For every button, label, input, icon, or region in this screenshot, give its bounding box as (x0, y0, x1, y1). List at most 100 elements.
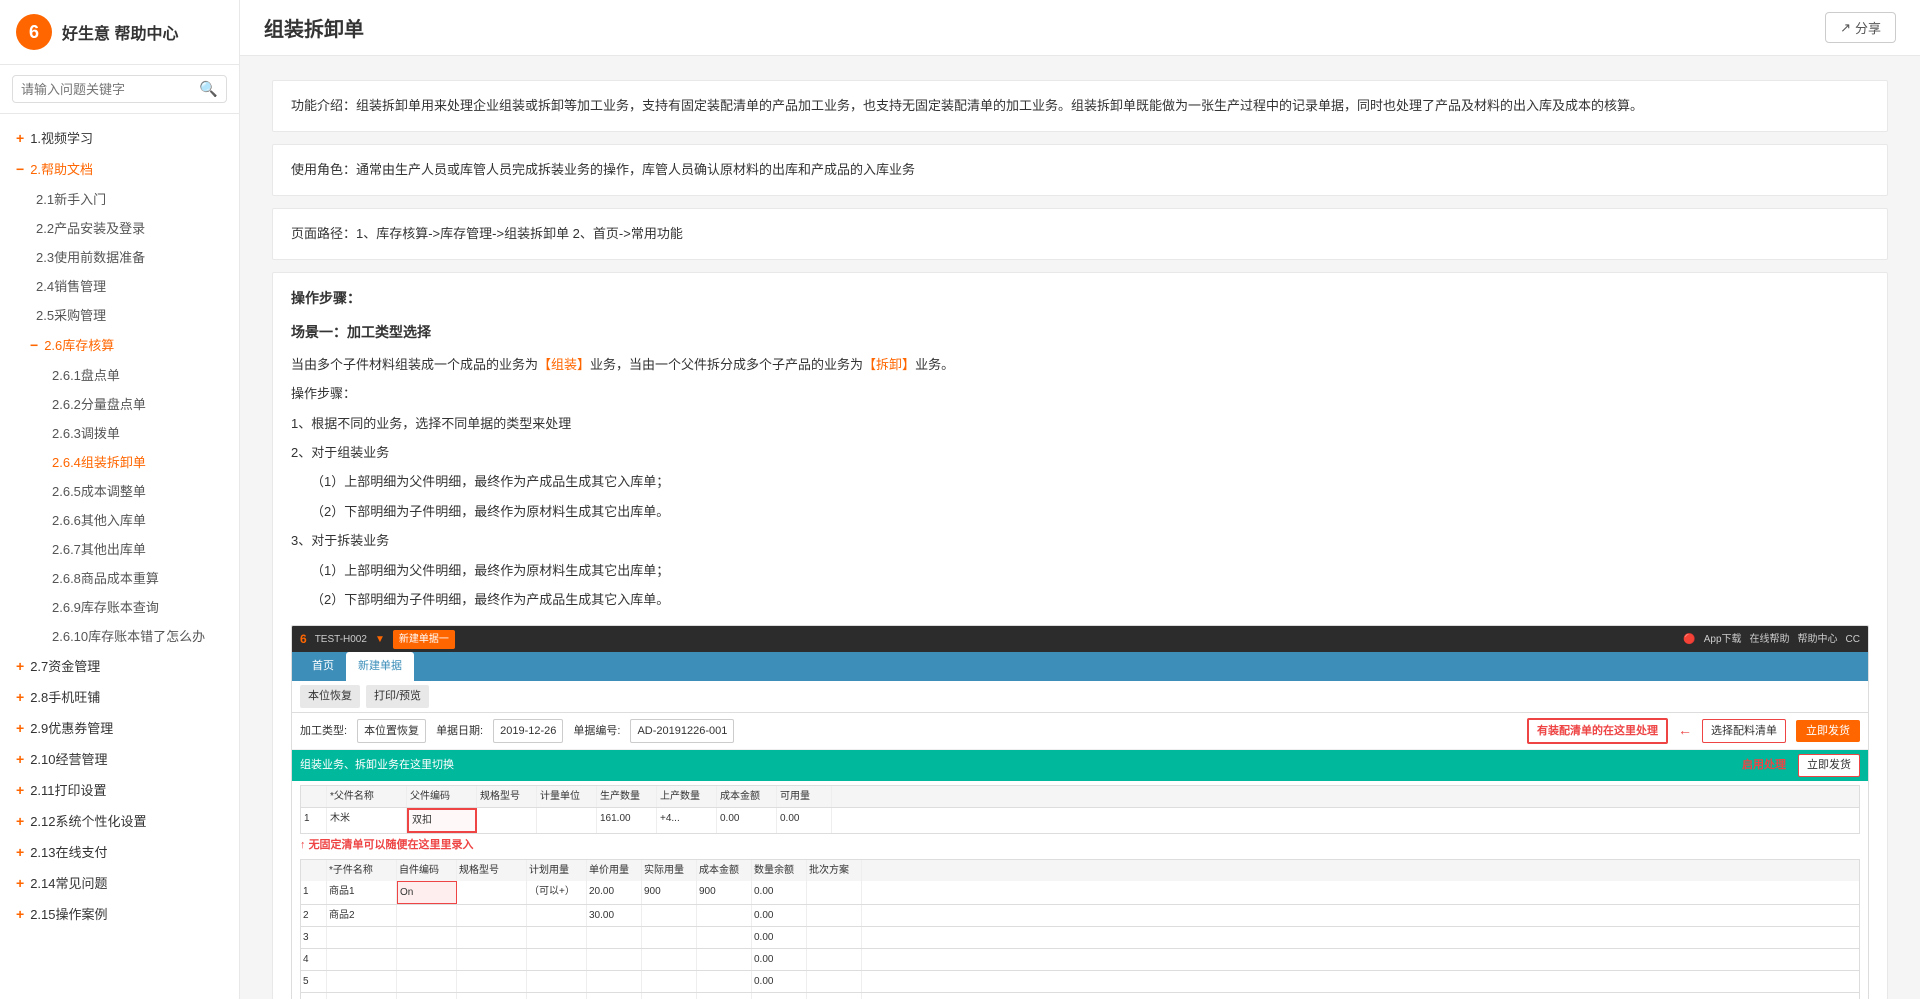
content-area: 功能介绍：组装拆卸单用来处理企业组装或拆卸等加工业务，支持有固定装配清单的产品加… (240, 56, 1920, 999)
expand-icon-2: + (16, 658, 24, 674)
intro-block-2: 使用角色：通常由生产人员或库管人员完成拆装业务的操作，库管人员确认原材料的出库和… (272, 144, 1888, 196)
step3: 3、对于拆装业务 (291, 529, 1869, 552)
intro-block-1: 功能介绍：组装拆卸单用来处理企业组装或拆卸等加工业务，支持有固定装配清单的产品加… (272, 80, 1888, 132)
sc-assembly-label: 组装业务、拆卸业务在这里切换 (300, 756, 454, 775)
sidebar-item-inventory[interactable]: − 2.6库存核算 (0, 329, 239, 360)
step3-1: （1）上部明细为父件明细，最终作为原材料生成其它出库单； (291, 559, 1869, 582)
sidebar-item-purchase[interactable]: 2.5采购管理 (0, 300, 239, 329)
sidebar-item-sales[interactable]: 2.4销售管理 (0, 271, 239, 300)
sidebar-item-label: 2.8手机旺铺 (30, 687, 100, 706)
sc-btn-restore: 本位恢复 (300, 685, 360, 708)
sc-type-switcher: 组装业务、拆卸业务在这里切换 启用处理 立即发货 (292, 750, 1868, 781)
sidebar-item-install[interactable]: 2.2产品安装及登录 (0, 213, 239, 242)
sidebar-item-finance[interactable]: + 2.7资金管理 (0, 650, 239, 681)
sidebar-item-mobile[interactable]: + 2.8手机旺铺 (0, 681, 239, 712)
expand-icon-4: + (16, 720, 24, 736)
sc-app-dl: App下载 (1704, 631, 1742, 648)
sc-lower-row-3: 3 0.00 (300, 927, 1860, 949)
steps-title: 操作步骤： (291, 287, 1869, 311)
search-input[interactable] (21, 82, 199, 97)
sc-form-area: 加工类型: 本位置恢复 单据日期: 2019-12-26 单据编号: AD-20… (292, 713, 1868, 751)
sc-enabled-btn: 立即发货 (1798, 754, 1860, 777)
sidebar-item-assembly[interactable]: 2.6.4组装拆卸单 (0, 447, 239, 476)
sidebar-item-data-prep[interactable]: 2.3使用前数据准备 (0, 242, 239, 271)
sidebar-item-cost-adjust[interactable]: 2.6.5成本调整单 (0, 476, 239, 505)
collapse-sub-icon: − (30, 337, 38, 353)
sc-upper-table: *父件名称 父件编码 规格型号 计量单位 生产数量 上产数量 成本金额 可用量 … (300, 785, 1860, 834)
sc-annotation-4: 启用处理 (1742, 756, 1786, 775)
intro-text-1: 功能介绍：组装拆卸单用来处理企业组装或拆卸等加工业务，支持有固定装配清单的产品加… (291, 98, 1643, 113)
scenario-desc: 当由多个子件材料组装成一个成品的业务为【组装】业务，当由一个父件拆分成多个子产品… (291, 353, 1869, 376)
sc-new-doc-btn: 新建单据一 (393, 630, 455, 649)
share-button[interactable]: ↗ 分享 (1825, 12, 1896, 43)
search-wrapper: 🔍 (12, 75, 227, 103)
sidebar-item-print[interactable]: + 2.11打印设置 (0, 774, 239, 805)
expand-icon-3: + (16, 689, 24, 705)
expand-icon-10: + (16, 906, 24, 922)
sc-company: TEST-H002 (315, 631, 367, 648)
sc-lower-row-4: 4 0.00 (300, 949, 1860, 971)
sc-annotation-upper: ↑ 无固定清单可以随便在这里里录入 (292, 834, 1868, 857)
sidebar-item-coupon[interactable]: + 2.9优惠券管理 (0, 712, 239, 743)
sc-upper-row-1: 1 木米 双扣 161.00 +4... 0.00 0.00 (300, 807, 1860, 834)
expand-icon: + (16, 130, 24, 146)
sidebar-item-other-out[interactable]: 2.6.7其他出库单 (0, 534, 239, 563)
step3-2: （2）下部明细为子件明细，最终作为产成品生成其它入库单。 (291, 588, 1869, 611)
sc-annotation-2: 选择配料清单 (1702, 719, 1786, 744)
sidebar-item-label: 2.11打印设置 (30, 780, 106, 799)
share-icon: ↗ (1840, 20, 1851, 36)
step2-1: （1）上部明细为父件明细，最终作为产成品生成其它入库单； (291, 470, 1869, 493)
sidebar: 6 好生意 帮助中心 🔍 + 1.视频学习 − 2.帮助文档 2.1新手入门 2… (0, 0, 240, 999)
sidebar-item-cost-recalc[interactable]: 2.6.8商品成本重算 (0, 563, 239, 592)
sidebar-item-label: 2.14常见问题 (30, 873, 107, 892)
sidebar-item-cases[interactable]: + 2.15操作案例 (0, 898, 239, 929)
intro-text-2: 使用角色：通常由生产人员或库管人员完成拆装业务的操作，库管人员确认原材料的出库和… (291, 162, 915, 177)
sidebar-item-label: 1.视频学习 (30, 128, 93, 147)
sidebar-item-label: 2.13在线支付 (30, 842, 107, 861)
nav-tree: + 1.视频学习 − 2.帮助文档 2.1新手入门 2.2产品安装及登录 2.3… (0, 114, 239, 999)
sc-lower-row-2: 2 商品2 30.00 0.00 (300, 905, 1860, 927)
sidebar-item-label: 2.12系统个性化设置 (30, 811, 146, 830)
main-area: 组装拆卸单 ↗ 分享 功能介绍：组装拆卸单用来处理企业组装或拆卸等加工业务，支持… (240, 0, 1920, 999)
sidebar-item-payment[interactable]: + 2.13在线支付 (0, 836, 239, 867)
sc-lower-row-1: 1 商品1 On （可以+） 20.00 900 900 0.00 (300, 881, 1860, 905)
expand-icon-7: + (16, 813, 24, 829)
sidebar-item-other-in[interactable]: 2.6.6其他入库单 (0, 505, 239, 534)
step2: 2、对于组装业务 (291, 441, 1869, 464)
sidebar-item-docs[interactable]: − 2.帮助文档 (0, 153, 239, 184)
sidebar-item-management[interactable]: + 2.10经营管理 (0, 743, 239, 774)
sc-lower-row-6: 6 0.00 (300, 993, 1860, 999)
sc-tab-home: 首页 (300, 652, 346, 681)
sidebar-item-newbie[interactable]: 2.1新手入门 (0, 184, 239, 213)
sidebar-item-stock-error[interactable]: 2.6.10库存账本错了怎么办 (0, 621, 239, 650)
sidebar-item-stock-query[interactable]: 2.6.9库存账本查询 (0, 592, 239, 621)
sidebar-item-partial-check[interactable]: 2.6.2分量盘点单 (0, 389, 239, 418)
sc-app-logo: 6 (300, 629, 307, 649)
sidebar-item-label: 2.帮助文档 (30, 159, 93, 178)
sidebar-item-label: 2.15操作案例 (30, 904, 107, 923)
sc-confirm-btn: 立即发货 (1796, 720, 1860, 743)
sidebar-item-label: 2.9优惠券管理 (30, 718, 113, 737)
step2-2: （2）下部明细为子件明细，最终作为原材料生成其它出库单。 (291, 500, 1869, 523)
sidebar-item-video[interactable]: + 1.视频学习 (0, 122, 239, 153)
screenshot: 6 TEST-H002 ▼ 新建单据一 🔴 App下载 在线帮助 帮助中心 CC (291, 625, 1869, 999)
sc-help-center: 帮助中心 (1798, 631, 1838, 648)
sc-top-bar: 6 TEST-H002 ▼ 新建单据一 🔴 App下载 在线帮助 帮助中心 CC (292, 626, 1868, 652)
sidebar-item-label: 2.7资金管理 (30, 656, 100, 675)
sidebar-item-transfer[interactable]: 2.6.3调拨单 (0, 418, 239, 447)
expand-icon-9: + (16, 875, 24, 891)
sc-arrow-1: ← (1678, 719, 1692, 743)
search-button[interactable]: 🔍 (199, 80, 218, 98)
sidebar-item-stockcheck[interactable]: 2.6.1盘点单 (0, 360, 239, 389)
step1: 1、根据不同的业务，选择不同单据的类型来处理 (291, 412, 1869, 435)
sidebar-item-faq[interactable]: + 2.14常见问题 (0, 867, 239, 898)
logo-bar: 6 好生意 帮助中心 (0, 0, 239, 65)
sc-nav-tabs: 首页 新建单据 (292, 652, 1868, 681)
sc-user: CC (1846, 631, 1860, 648)
steps-block: 操作步骤： 场景一：加工类型选择 当由多个子件材料组装成一个成品的业务为【组装】… (272, 272, 1888, 999)
scenario-title: 场景一：加工类型选择 (291, 321, 1869, 345)
sc-lower-row-5: 5 0.00 (300, 971, 1860, 993)
sidebar-item-settings[interactable]: + 2.12系统个性化设置 (0, 805, 239, 836)
sidebar-item-label: 2.10经营管理 (30, 749, 107, 768)
top-bar: 组装拆卸单 ↗ 分享 (240, 0, 1920, 56)
